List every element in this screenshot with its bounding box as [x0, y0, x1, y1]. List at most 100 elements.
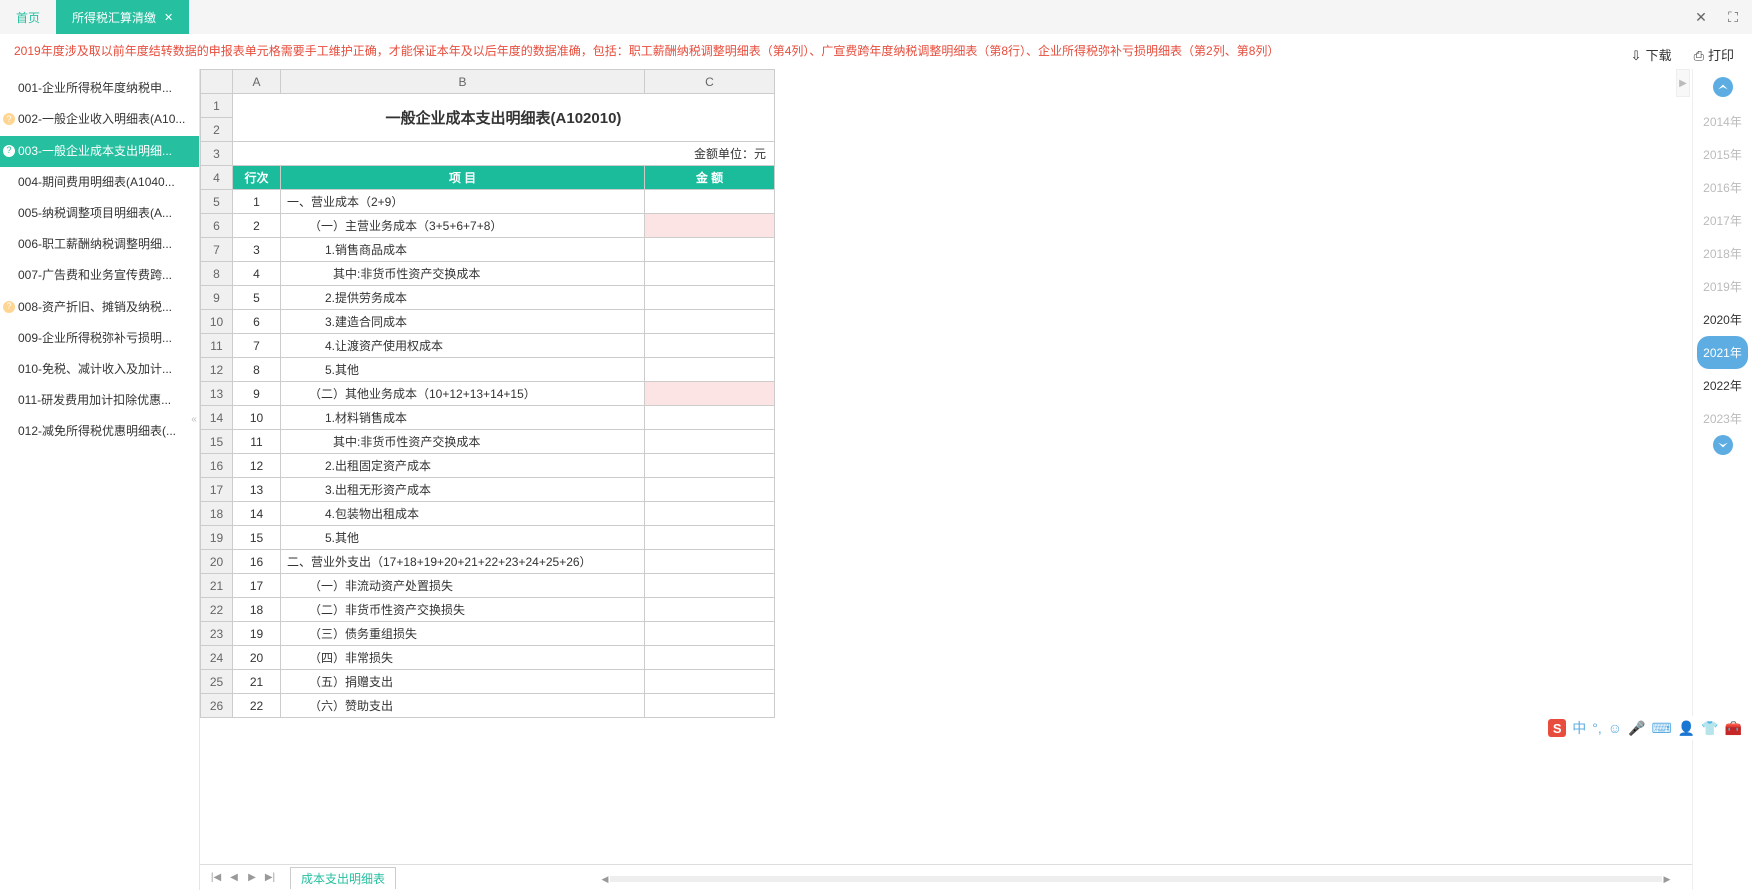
item-cell[interactable]: 4.让渡资产使用权成本 [281, 334, 645, 358]
nav-item[interactable]: 005-纳税调整项目明细表(A... [0, 198, 199, 229]
row-num[interactable]: 14 [201, 406, 233, 430]
row-num[interactable]: 19 [201, 526, 233, 550]
nav-item[interactable]: ?003-一般企业成本支出明细... [0, 136, 199, 167]
amount-cell[interactable] [645, 382, 775, 406]
amount-cell[interactable] [645, 334, 775, 358]
amount-cell[interactable] [645, 526, 775, 550]
item-cell[interactable]: 3.建造合同成本 [281, 310, 645, 334]
line-number-cell[interactable]: 4 [233, 262, 281, 286]
row-num[interactable]: 16 [201, 454, 233, 478]
scroll-up-year-icon[interactable] [1713, 77, 1733, 97]
row-num[interactable]: 10 [201, 310, 233, 334]
amount-cell[interactable] [645, 238, 775, 262]
sheet-nav-next-icon[interactable]: ▶ [244, 872, 260, 883]
row-num[interactable]: 23 [201, 622, 233, 646]
line-number-cell[interactable]: 22 [233, 694, 281, 718]
amount-cell[interactable] [645, 190, 775, 214]
close-window-icon[interactable]: ✕ [1692, 8, 1710, 26]
item-cell[interactable]: 一、营业成本（2+9） [281, 190, 645, 214]
amount-cell[interactable] [645, 550, 775, 574]
line-number-cell[interactable]: 2 [233, 214, 281, 238]
col-header-b[interactable]: B [281, 70, 645, 94]
amount-cell[interactable] [645, 454, 775, 478]
line-number-cell[interactable]: 14 [233, 502, 281, 526]
spreadsheet[interactable]: A B C 1 一般企业成本支出明细表(A102010) 2 3 金额单位：元 [200, 69, 775, 718]
amount-cell[interactable] [645, 694, 775, 718]
sheet-nav-last-icon[interactable]: ▶| [262, 872, 278, 883]
help-badge-icon[interactable]: ? [3, 145, 15, 157]
line-number-cell[interactable]: 16 [233, 550, 281, 574]
nav-item[interactable]: 010-免税、减计收入及加计... [0, 354, 199, 385]
nav-item[interactable]: 012-减免所得税优惠明细表(... [0, 416, 199, 447]
item-cell[interactable]: 3.出租无形资产成本 [281, 478, 645, 502]
ime-voice-icon[interactable]: 🎤 [1628, 720, 1645, 737]
item-cell[interactable]: （二）其他业务成本（10+12+13+14+15） [281, 382, 645, 406]
row-num[interactable]: 5 [201, 190, 233, 214]
scroll-right-icon[interactable]: ▶ [1662, 874, 1672, 885]
item-cell[interactable]: （一）主营业务成本（3+5+6+7+8） [281, 214, 645, 238]
row-num[interactable]: 3 [201, 142, 233, 166]
line-number-cell[interactable]: 19 [233, 622, 281, 646]
tab-active[interactable]: 所得税汇算清缴 ✕ [56, 0, 189, 34]
ime-lang[interactable]: 中 [1572, 718, 1586, 738]
row-num[interactable]: 25 [201, 670, 233, 694]
item-cell[interactable]: （六）赞助支出 [281, 694, 645, 718]
row-num[interactable]: 15 [201, 430, 233, 454]
ime-skin-icon[interactable]: 👕 [1701, 720, 1718, 737]
item-cell[interactable]: 2.出租固定资产成本 [281, 454, 645, 478]
year-item[interactable]: 2020年 [1697, 303, 1748, 336]
scroll-left-icon[interactable]: ◀ [600, 874, 610, 885]
ime-emoji-icon[interactable]: ☺ [1608, 720, 1622, 736]
row-num[interactable]: 8 [201, 262, 233, 286]
help-badge-icon[interactable]: ? [3, 113, 15, 125]
line-number-cell[interactable]: 3 [233, 238, 281, 262]
nav-item[interactable]: 001-企业所得税年度纳税申... [0, 73, 199, 104]
line-number-cell[interactable]: 7 [233, 334, 281, 358]
row-num[interactable]: 13 [201, 382, 233, 406]
row-num[interactable]: 4 [201, 166, 233, 190]
col-header-a[interactable]: A [233, 70, 281, 94]
horizontal-scrollbar[interactable]: ◀ ▶ [600, 875, 1672, 883]
line-number-cell[interactable]: 17 [233, 574, 281, 598]
line-number-cell[interactable]: 8 [233, 358, 281, 382]
print-button[interactable]: ⎙ 打印 [1694, 46, 1734, 67]
item-cell[interactable]: 4.包装物出租成本 [281, 502, 645, 526]
item-cell[interactable]: 二、营业外支出（17+18+19+20+21+22+23+24+25+26） [281, 550, 645, 574]
row-num[interactable]: 12 [201, 358, 233, 382]
ime-person-icon[interactable]: 👤 [1678, 720, 1695, 737]
line-number-cell[interactable]: 18 [233, 598, 281, 622]
line-number-cell[interactable]: 12 [233, 454, 281, 478]
sheet-tab[interactable]: 成本支出明细表 [290, 867, 396, 889]
line-number-cell[interactable]: 15 [233, 526, 281, 550]
row-num[interactable]: 26 [201, 694, 233, 718]
ime-keyboard-icon[interactable]: ⌨ [1651, 720, 1671, 737]
sheet-nav-prev-icon[interactable]: ◀ [226, 872, 242, 883]
line-number-cell[interactable]: 13 [233, 478, 281, 502]
expand-right-icon[interactable]: ▶ [1676, 69, 1690, 97]
line-number-cell[interactable]: 9 [233, 382, 281, 406]
row-num[interactable]: 24 [201, 646, 233, 670]
amount-cell[interactable] [645, 310, 775, 334]
row-num[interactable]: 9 [201, 286, 233, 310]
nav-item[interactable]: ?008-资产折旧、摊销及纳税... [0, 292, 199, 323]
amount-cell[interactable] [645, 478, 775, 502]
amount-cell[interactable] [645, 406, 775, 430]
row-num[interactable]: 1 [201, 94, 233, 118]
amount-cell[interactable] [645, 286, 775, 310]
item-cell[interactable]: 1.材料销售成本 [281, 406, 645, 430]
line-number-cell[interactable]: 1 [233, 190, 281, 214]
item-cell[interactable]: （五）捐赠支出 [281, 670, 645, 694]
row-num[interactable]: 21 [201, 574, 233, 598]
help-badge-icon[interactable]: ? [3, 301, 15, 313]
nav-item[interactable]: 011-研发费用加计扣除优惠... [0, 385, 199, 416]
amount-cell[interactable] [645, 646, 775, 670]
item-cell[interactable]: 5.其他 [281, 358, 645, 382]
amount-cell[interactable] [645, 598, 775, 622]
row-num[interactable]: 7 [201, 238, 233, 262]
line-number-cell[interactable]: 10 [233, 406, 281, 430]
item-cell[interactable]: （一）非流动资产处置损失 [281, 574, 645, 598]
nav-item[interactable]: 009-企业所得税弥补亏损明... [0, 323, 199, 354]
year-item[interactable]: 2022年 [1697, 369, 1748, 402]
line-number-cell[interactable]: 21 [233, 670, 281, 694]
row-num[interactable]: 18 [201, 502, 233, 526]
